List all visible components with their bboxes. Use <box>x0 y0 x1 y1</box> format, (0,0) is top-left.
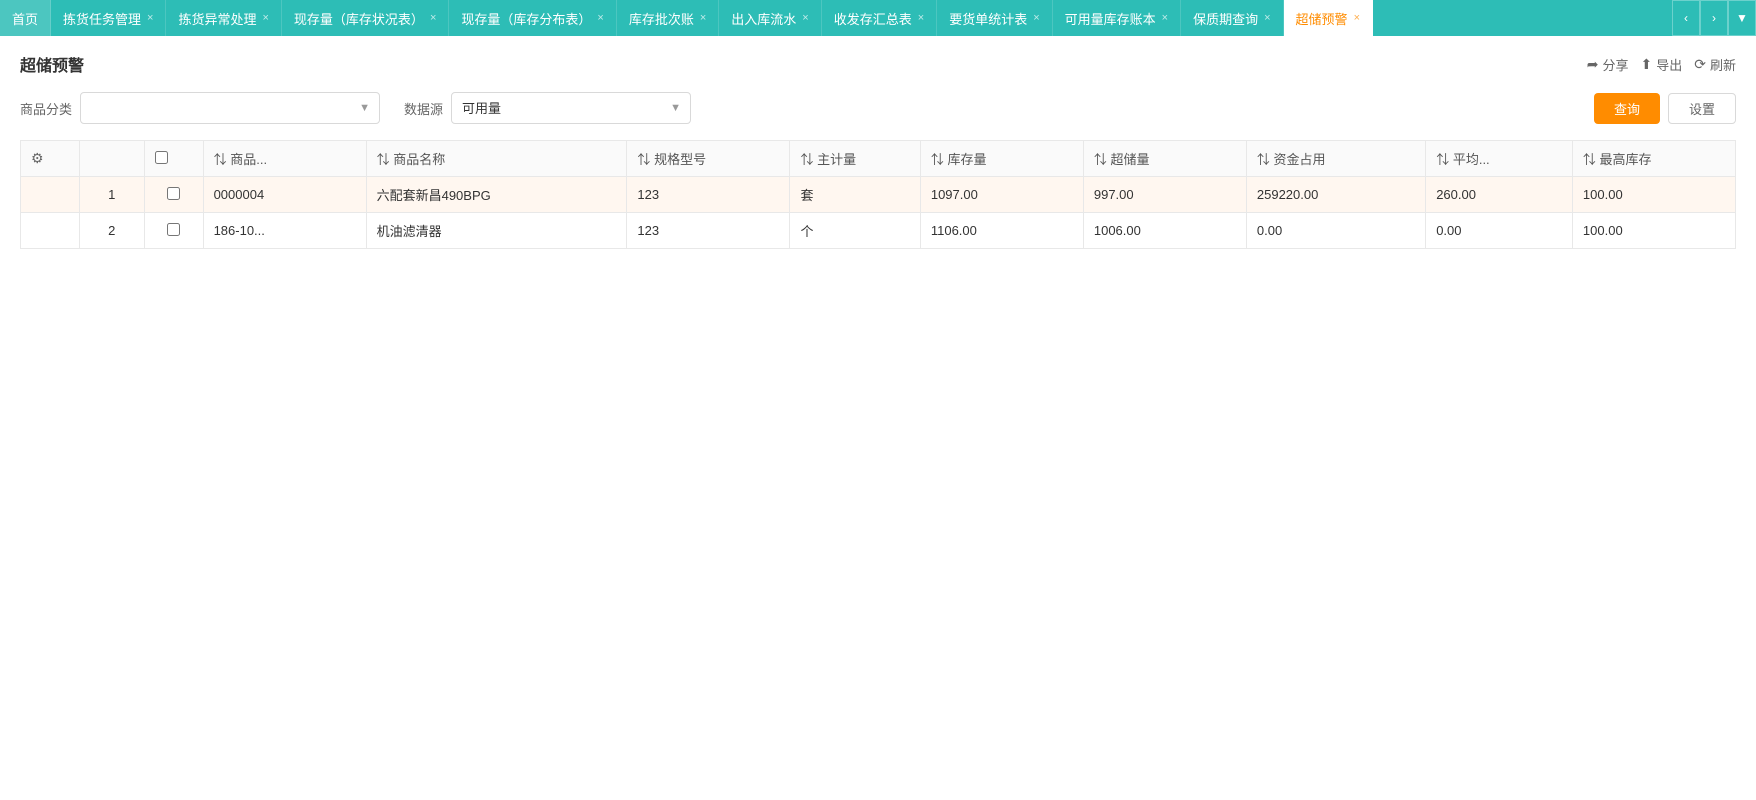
product-category-select[interactable] <box>80 92 380 124</box>
cell-settings-1 <box>21 177 80 213</box>
datasource-filter: 数据源 可用量 实际库存 ▼ <box>404 92 691 124</box>
cell-checkbox-1 <box>144 177 203 213</box>
col-overstock[interactable]: ⇅ 超储量 <box>1083 141 1246 177</box>
table-row: 2 186-10... 机油滤清器 123 个 1106.00 1006.00 … <box>21 213 1736 249</box>
col-product-code[interactable]: ⇅ 商品... <box>203 141 366 177</box>
export-button[interactable]: ⬆ 导出 <box>1641 55 1683 74</box>
cell-rownum-1: 1 <box>79 177 144 213</box>
nav-tab-quality-check[interactable]: 保质期查询 × <box>1181 0 1283 36</box>
cell-settings-2 <box>21 213 80 249</box>
nav-prev-button[interactable]: ‹ <box>1672 0 1700 36</box>
cell-capital-occupy-2: 0.00 <box>1246 213 1425 249</box>
cell-inventory-1: 1097.00 <box>920 177 1083 213</box>
nav-tab-inventory-dist[interactable]: 现存量（库存分布表） × <box>449 0 616 36</box>
table-header: ⚙ ⇅ 商品... ⇅ 商品名称 ⇅ 规格型号 <box>21 141 1736 177</box>
cell-capital-occupy-1: 259220.00 <box>1246 177 1425 213</box>
cell-checkbox-2 <box>144 213 203 249</box>
nav-tab-order-stats[interactable]: 要货单统计表 × <box>937 0 1052 36</box>
close-tab-inout-flow[interactable]: × <box>802 12 808 24</box>
product-category-label: 商品分类 <box>20 99 72 118</box>
close-tab-abnormal[interactable]: × <box>262 12 268 24</box>
nav-menu-button[interactable]: ▼ <box>1728 0 1756 36</box>
query-button[interactable]: 查询 <box>1594 93 1660 124</box>
close-tab-collect-send[interactable]: × <box>918 12 924 24</box>
cell-avg-2: 0.00 <box>1426 213 1573 249</box>
cell-max-inventory-1: 100.00 <box>1572 177 1735 213</box>
cell-spec-2: 123 <box>627 213 790 249</box>
nav-tab-inventory-status[interactable]: 现存量（库存状况表） × <box>282 0 449 36</box>
cell-overstock-1: 997.00 <box>1083 177 1246 213</box>
nav-tab-available-ledger[interactable]: 可用量库存账本 × <box>1053 0 1181 36</box>
nav-tab-collect-send[interactable]: 收发存汇总表 × <box>822 0 937 36</box>
nav-tab-batch[interactable]: 库存批次账 × <box>617 0 719 36</box>
table-body: 1 0000004 六配套新昌490BPG 123 套 1097.00 997.… <box>21 177 1736 249</box>
cell-product-code-1: 0000004 <box>203 177 366 213</box>
refresh-icon: ⟳ <box>1694 56 1706 73</box>
table-settings-icon[interactable]: ⚙ <box>31 150 44 166</box>
cell-rownum-2: 2 <box>79 213 144 249</box>
datasource-label: 数据源 <box>404 99 443 118</box>
export-icon: ⬆ <box>1641 56 1653 73</box>
cell-product-code-2: 186-10... <box>203 213 366 249</box>
col-settings: ⚙ <box>21 141 80 177</box>
row-checkbox-1[interactable] <box>167 187 180 200</box>
nav-tab-abnormal[interactable]: 拣货异常处理 × <box>166 0 281 36</box>
cell-inventory-2: 1106.00 <box>920 213 1083 249</box>
col-inventory[interactable]: ⇅ 库存量 <box>920 141 1083 177</box>
col-max-inventory[interactable]: ⇅ 最高库存 <box>1572 141 1735 177</box>
nav-arrow-group: ‹ › ▼ <box>1672 0 1756 36</box>
select-all-checkbox[interactable] <box>155 151 168 164</box>
share-icon: ➦ <box>1587 56 1599 73</box>
row-checkbox-2[interactable] <box>167 223 180 236</box>
close-tab-batch[interactable]: × <box>700 12 706 24</box>
nav-next-button[interactable]: › <box>1700 0 1728 36</box>
nav-tab-overstock-warning[interactable]: 超储预警 × <box>1284 0 1373 36</box>
close-tab-order-stats[interactable]: × <box>1033 12 1039 24</box>
cell-avg-1: 260.00 <box>1426 177 1573 213</box>
filter-right-buttons: 查询 设置 <box>1594 93 1736 124</box>
close-tab-available-ledger[interactable]: × <box>1162 12 1168 24</box>
data-table: ⚙ ⇅ 商品... ⇅ 商品名称 ⇅ 规格型号 <box>20 140 1736 249</box>
col-spec[interactable]: ⇅ 规格型号 <box>627 141 790 177</box>
page-title: 超储预警 <box>20 52 84 76</box>
nav-tab-task-mgmt[interactable]: 拣货任务管理 × <box>51 0 166 36</box>
refresh-button[interactable]: ⟳ 刷新 <box>1694 55 1736 74</box>
close-tab-task-mgmt[interactable]: × <box>147 12 153 24</box>
col-avg[interactable]: ⇅ 平均... <box>1426 141 1573 177</box>
cell-unit-2: 个 <box>790 213 920 249</box>
col-product-name[interactable]: ⇅ 商品名称 <box>366 141 627 177</box>
nav-tab-inout-flow[interactable]: 出入库流水 × <box>719 0 821 36</box>
col-capital-occupy[interactable]: ⇅ 资金占用 <box>1246 141 1425 177</box>
top-navigation: 首页 拣货任务管理 × 拣货异常处理 × 现存量（库存状况表） × 现存量（库存… <box>0 0 1756 36</box>
close-tab-overstock-warning[interactable]: × <box>1354 12 1360 24</box>
product-category-filter: 商品分类 ▼ <box>20 92 380 124</box>
table-row: 1 0000004 六配套新昌490BPG 123 套 1097.00 997.… <box>21 177 1736 213</box>
header-actions: ➦ 分享 ⬆ 导出 ⟳ 刷新 <box>1587 55 1736 74</box>
share-button[interactable]: ➦ 分享 <box>1587 55 1629 74</box>
filter-area: 商品分类 ▼ 数据源 可用量 实际库存 ▼ 查询 设置 <box>20 92 1736 124</box>
cell-overstock-2: 1006.00 <box>1083 213 1246 249</box>
datasource-select-wrap: 可用量 实际库存 ▼ <box>451 92 691 124</box>
col-checkbox <box>144 141 203 177</box>
page-header: 超储预警 ➦ 分享 ⬆ 导出 ⟳ 刷新 <box>20 52 1736 76</box>
product-category-select-wrap: ▼ <box>80 92 380 124</box>
settings-button[interactable]: 设置 <box>1668 93 1736 124</box>
close-tab-inventory-dist[interactable]: × <box>597 12 603 24</box>
col-rownum <box>79 141 144 177</box>
cell-product-name-1: 六配套新昌490BPG <box>366 177 627 213</box>
table-header-row: ⚙ ⇅ 商品... ⇅ 商品名称 ⇅ 规格型号 <box>21 141 1736 177</box>
cell-unit-1: 套 <box>790 177 920 213</box>
col-unit[interactable]: ⇅ 主计量 <box>790 141 920 177</box>
page-container: 超储预警 ➦ 分享 ⬆ 导出 ⟳ 刷新 商品分类 ▼ <box>0 36 1756 800</box>
cell-product-name-2: 机油滤清器 <box>366 213 627 249</box>
close-tab-inventory-status[interactable]: × <box>430 12 436 24</box>
nav-tab-home[interactable]: 首页 <box>0 0 51 36</box>
close-tab-quality-check[interactable]: × <box>1264 12 1270 24</box>
cell-max-inventory-2: 100.00 <box>1572 213 1735 249</box>
cell-spec-1: 123 <box>627 177 790 213</box>
datasource-select[interactable]: 可用量 实际库存 <box>451 92 691 124</box>
